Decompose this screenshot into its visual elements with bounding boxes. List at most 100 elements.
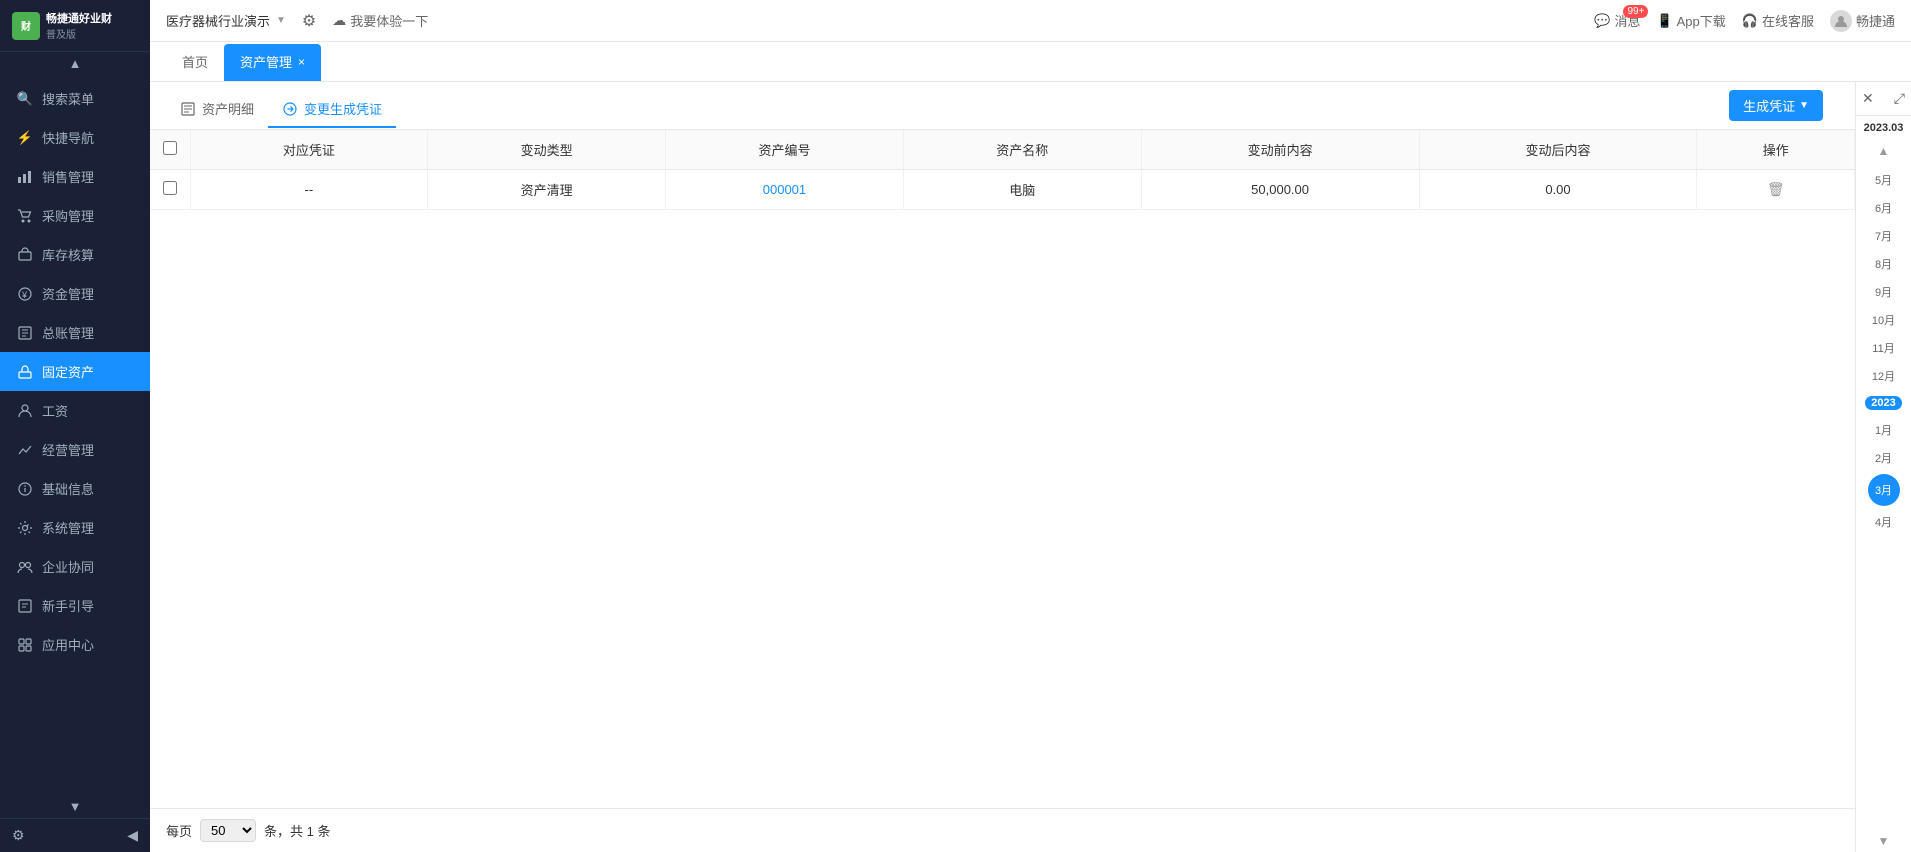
timeline-month-12[interactable]: 12月 bbox=[1856, 362, 1911, 390]
app-download-label: App下载 bbox=[1677, 11, 1726, 30]
baseinfo-icon bbox=[16, 480, 34, 498]
timeline-month-4[interactable]: 4月 bbox=[1856, 508, 1911, 536]
tabbar: 首页 资产管理 × bbox=[150, 42, 1911, 82]
tab-active-label: 资产管理 bbox=[240, 52, 292, 71]
sidebar-scroll-down[interactable]: ▼ bbox=[0, 795, 150, 818]
col-before: 变动前内容 bbox=[1141, 130, 1419, 170]
timeline-month-11[interactable]: 11月 bbox=[1856, 334, 1911, 362]
payroll-icon bbox=[16, 402, 34, 420]
settings-icon[interactable]: ⚙ bbox=[12, 827, 25, 844]
notification-button[interactable]: 💬 消息 99+ bbox=[1594, 11, 1640, 30]
tab-asset-management[interactable]: 资产管理 × bbox=[224, 44, 321, 81]
row-checkbox[interactable] bbox=[163, 181, 177, 195]
sidebar-item-system[interactable]: 系统管理 bbox=[0, 508, 150, 547]
sidebar-item-fixedassets[interactable]: 固定资产 bbox=[0, 352, 150, 391]
subtab-asset-detail-label: 资产明细 bbox=[202, 99, 254, 118]
sidebar-item-operations[interactable]: 经营管理 bbox=[0, 430, 150, 469]
guide-icon bbox=[16, 597, 34, 615]
subtab-asset-detail[interactable]: 资产明细 bbox=[166, 91, 268, 128]
service-label: 在线客服 bbox=[1762, 11, 1814, 30]
fixedassets-icon bbox=[16, 363, 34, 381]
company-name: 医疗器械行业演示 bbox=[166, 11, 270, 30]
sidebar-item-appcenter[interactable]: 应用中心 bbox=[0, 625, 150, 664]
per-page-select[interactable]: 50 10 20 100 bbox=[200, 819, 256, 842]
row-change-type: 资产清理 bbox=[428, 170, 666, 210]
timeline-year-label: 2023.03 bbox=[1856, 116, 1911, 140]
right-panel-close-icon[interactable]: ✕ bbox=[1862, 90, 1874, 107]
online-service-button[interactable]: 🎧 在线客服 bbox=[1742, 11, 1814, 30]
timeline-month-3-active[interactable]: 3月 bbox=[1868, 474, 1900, 506]
col-asset-name: 资产名称 bbox=[903, 130, 1141, 170]
sidebar-item-payroll[interactable]: 工资 bbox=[0, 391, 150, 430]
system-icon bbox=[16, 519, 34, 537]
asset-table: 对应凭证 变动类型 资产编号 资产名称 变动前内容 变动后内容 操作 bbox=[150, 130, 1855, 210]
timeline: 5月 6月 7月 8月 9月 10月 11月 12月 2023 1月 2月 3月… bbox=[1856, 162, 1911, 830]
username: 畅捷通 bbox=[1856, 11, 1895, 30]
sidebar-item-system-label: 系统管理 bbox=[42, 518, 94, 537]
right-panel: ✕ ⤢ 2023.03 ▲ 5月 6月 7月 8月 9月 10月 11月 12月… bbox=[1855, 82, 1911, 852]
sidebar-item-search-label: 搜索菜单 bbox=[42, 89, 94, 108]
sidebar-item-funds[interactable]: ¥ 资金管理 bbox=[0, 274, 150, 313]
avatar bbox=[1830, 10, 1852, 32]
col-voucher: 对应凭证 bbox=[190, 130, 428, 170]
service-icon: 🎧 bbox=[1742, 13, 1758, 29]
generate-voucher-button[interactable]: 生成凭证 ▼ bbox=[1729, 90, 1823, 121]
sidebar-logo-icon: 财 bbox=[12, 12, 40, 40]
user-menu[interactable]: 畅捷通 bbox=[1830, 10, 1895, 32]
sidebar-item-baseinfo[interactable]: 基础信息 bbox=[0, 469, 150, 508]
sidebar-item-guide[interactable]: 新手引导 bbox=[0, 586, 150, 625]
per-page-label: 每页 bbox=[166, 821, 192, 840]
sidebar-item-search[interactable]: 🔍 搜索菜单 bbox=[0, 79, 150, 118]
timeline-month-10[interactable]: 10月 bbox=[1856, 306, 1911, 334]
experience-button[interactable]: ☁ 我要体验一下 bbox=[332, 11, 428, 30]
row-after-content: 0.00 bbox=[1419, 170, 1697, 210]
timeline-month-9[interactable]: 9月 bbox=[1856, 278, 1911, 306]
delete-icon[interactable]: 🗑 bbox=[1767, 181, 1785, 197]
timeline-month-1[interactable]: 1月 bbox=[1856, 416, 1911, 444]
sidebar-item-inventory[interactable]: 库存核算 bbox=[0, 235, 150, 274]
inventory-icon bbox=[16, 246, 34, 264]
right-panel-expand-icon[interactable]: ⤢ bbox=[1894, 90, 1905, 107]
subtab-change-voucher[interactable]: 变更生成凭证 bbox=[268, 91, 396, 128]
row-before-content: 50,000.00 bbox=[1141, 170, 1419, 210]
sidebar-item-payroll-label: 工资 bbox=[42, 401, 68, 420]
sidebar-item-fixedassets-label: 固定资产 bbox=[42, 362, 94, 381]
quicknav-icon: ⚡ bbox=[16, 129, 34, 147]
timeline-scroll-up[interactable]: ▲ bbox=[1856, 140, 1911, 162]
col-action: 操作 bbox=[1697, 130, 1855, 170]
timeline-month-7[interactable]: 7月 bbox=[1856, 222, 1911, 250]
sidebar-item-quicknav[interactable]: ⚡ 快捷导航 bbox=[0, 118, 150, 157]
sidebar-scroll-up[interactable]: ▲ bbox=[0, 52, 150, 75]
pagination: 每页 50 10 20 100 条，共 1 条 bbox=[150, 808, 1855, 852]
sidebar-item-purchase[interactable]: 采购管理 bbox=[0, 196, 150, 235]
table-header-row: 对应凭证 变动类型 资产编号 资产名称 变动前内容 变动后内容 操作 bbox=[150, 130, 1855, 170]
header: 医疗器械行业演示 ▼ ⚙ ☁ 我要体验一下 💬 消息 99+ 📱 App下载 🎧… bbox=[150, 0, 1911, 42]
sidebar-item-appcenter-label: 应用中心 bbox=[42, 635, 94, 654]
notification-badge: 99+ bbox=[1623, 5, 1648, 18]
collapse-icon[interactable]: ◀ bbox=[127, 827, 138, 844]
tab-close-button[interactable]: × bbox=[298, 55, 305, 69]
content-area: 资产明细 变更生成凭证 生成凭证 ▼ bbox=[150, 82, 1911, 852]
col-after: 变动后内容 bbox=[1419, 130, 1697, 170]
timeline-month-2[interactable]: 2月 bbox=[1856, 444, 1911, 472]
tab-home[interactable]: 首页 bbox=[166, 44, 224, 81]
sidebar-item-enterprise[interactable]: 企业协同 bbox=[0, 547, 150, 586]
sidebar-item-funds-label: 资金管理 bbox=[42, 284, 94, 303]
sidebar-item-sales[interactable]: 销售管理 bbox=[0, 157, 150, 196]
timeline-month-5[interactable]: 5月 bbox=[1856, 166, 1911, 194]
sidebar-item-ledger[interactable]: 总账管理 bbox=[0, 313, 150, 352]
notification-icon: 💬 bbox=[1594, 13, 1610, 29]
per-page-unit: 条，共 1 条 bbox=[264, 821, 330, 840]
sidebar-item-guide-label: 新手引导 bbox=[42, 596, 94, 615]
app-download-button[interactable]: 📱 App下载 bbox=[1656, 11, 1725, 30]
row-asset-code[interactable]: 000001 bbox=[666, 170, 904, 210]
right-panel-header: ✕ ⤢ bbox=[1856, 82, 1911, 116]
header-settings-icon[interactable]: ⚙ bbox=[302, 11, 316, 31]
timeline-month-6[interactable]: 6月 bbox=[1856, 194, 1911, 222]
select-all-checkbox[interactable] bbox=[163, 141, 177, 155]
timeline-scroll-down[interactable]: ▼ bbox=[1856, 830, 1911, 852]
change-voucher-icon bbox=[282, 101, 298, 117]
company-selector[interactable]: 医疗器械行业演示 ▼ bbox=[166, 11, 286, 30]
generate-btn-label: 生成凭证 bbox=[1743, 96, 1795, 115]
timeline-month-8[interactable]: 8月 bbox=[1856, 250, 1911, 278]
